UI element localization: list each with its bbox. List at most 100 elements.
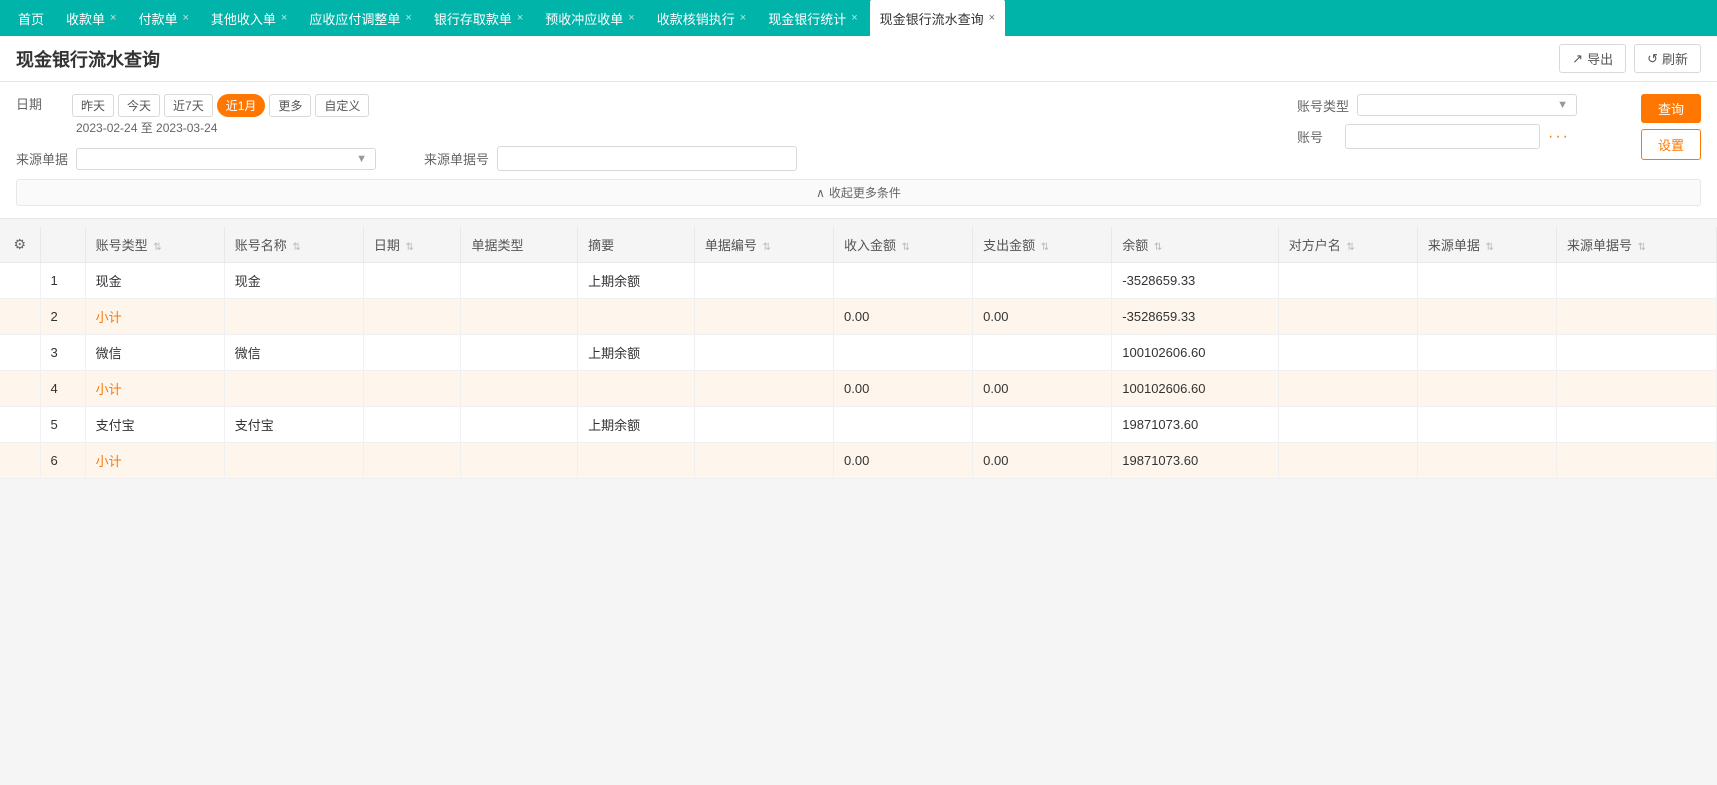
cell-summary [578, 299, 695, 335]
col-balance[interactable]: 余额 ⇅ [1112, 227, 1279, 263]
nav-payments-close[interactable]: × [182, 12, 188, 24]
source-doc-chevron-icon: ▼ [356, 153, 367, 165]
source-doc-select[interactable]: ▼ [76, 148, 376, 170]
cell-account-name [224, 443, 363, 479]
nav-prepay[interactable]: 预收冲应收单 × [535, 0, 644, 36]
col-account-type[interactable]: 账号类型 ⇅ [85, 227, 224, 263]
col-idx [40, 227, 85, 263]
cell-expense: 0.00 [973, 443, 1112, 479]
account-type-select[interactable]: ▼ [1357, 94, 1577, 116]
nav-cash-bank-stat[interactable]: 现金银行统计 × [758, 0, 867, 36]
cell-date [363, 371, 461, 407]
date-btn-today[interactable]: 今天 [118, 94, 160, 117]
cell-source-doc-no [1557, 299, 1717, 335]
nav-payments-label: 付款单 [138, 9, 177, 28]
table-row[interactable]: 1 现金 现金 上期余额 -3528659.33 [0, 263, 1717, 299]
export-button[interactable]: ↗ 导出 [1559, 44, 1626, 73]
refresh-icon: ↺ [1647, 51, 1658, 67]
nav-bank-deposit[interactable]: 银行存取款单 × [424, 0, 533, 36]
col-source-doc-no[interactable]: 来源单据号 ⇅ [1557, 227, 1717, 263]
nav-ar-ap-adjust-label: 应收应付调整单 [309, 9, 400, 28]
cell-balance: 100102606.60 [1112, 371, 1279, 407]
nav-collection-exec-close[interactable]: × [740, 12, 746, 24]
nav-payments[interactable]: 付款单 × [128, 0, 198, 36]
cell-account-type: 小计 [85, 371, 224, 407]
cell-source-doc [1417, 335, 1556, 371]
col-source-doc[interactable]: 来源单据 ⇅ [1417, 227, 1556, 263]
nav-cash-bank-stat-close[interactable]: × [851, 12, 857, 24]
nav-other-income[interactable]: 其他收入单 × [201, 0, 297, 36]
cell-doc-no [694, 263, 833, 299]
col-account-name[interactable]: 账号名称 ⇅ [224, 227, 363, 263]
collapse-up-icon: ∧ [816, 186, 825, 200]
account-no-input[interactable] [1345, 124, 1540, 149]
cell-summary: 上期余额 [578, 263, 695, 299]
nav-bank-deposit-close[interactable]: × [517, 12, 523, 24]
nav-prepay-label: 预收冲应收单 [545, 9, 623, 28]
nav-cash-bank-flow[interactable]: 现金银行流水查询 × [870, 0, 1005, 36]
cell-settings [0, 335, 40, 371]
nav-prepay-close[interactable]: × [628, 12, 634, 24]
nav-cash-bank-flow-close[interactable]: × [989, 12, 995, 24]
date-btn-more[interactable]: 更多 [269, 94, 311, 117]
query-button[interactable]: 查询 [1641, 94, 1701, 123]
cell-balance: -3528659.33 [1112, 263, 1279, 299]
col-doc-no[interactable]: 单据编号 ⇅ [694, 227, 833, 263]
collapse-button[interactable]: ∧ 收起更多条件 [16, 179, 1701, 206]
cell-doc-type [461, 299, 578, 335]
date-btn-yesterday[interactable]: 昨天 [72, 94, 114, 117]
date-btn-custom[interactable]: 自定义 [315, 94, 369, 117]
cell-income [834, 407, 973, 443]
nav-ar-ap-adjust[interactable]: 应收应付调整单 × [299, 0, 421, 36]
settings-button[interactable]: 设置 [1641, 129, 1701, 160]
table-wrapper: ⚙ 账号类型 ⇅ 账号名称 ⇅ 日期 ⇅ 单据类型 摘要 单据编号 ⇅ 收入金额… [0, 227, 1717, 479]
account-no-label: 账号 [1297, 127, 1337, 146]
cell-source-doc [1417, 371, 1556, 407]
account-no-more-btn[interactable]: ··· [1548, 128, 1570, 146]
table-row[interactable]: 5 支付宝 支付宝 上期余额 19871073.60 [0, 407, 1717, 443]
nav-other-income-close[interactable]: × [281, 12, 287, 24]
cell-source-doc [1417, 299, 1556, 335]
cell-date [363, 443, 461, 479]
collapse-label: 收起更多条件 [829, 184, 901, 201]
col-settings[interactable]: ⚙ [0, 227, 40, 263]
cell-idx: 5 [40, 407, 85, 443]
col-date[interactable]: 日期 ⇅ [363, 227, 461, 263]
date-range-display: 2023-02-24 至 2023-03-24 [76, 119, 369, 136]
nav-home[interactable]: 首页 [8, 0, 54, 36]
cell-doc-type [461, 335, 578, 371]
date-btn-1month[interactable]: 近1月 [217, 94, 266, 117]
cell-income [834, 263, 973, 299]
source-doc-no-input[interactable] [497, 146, 797, 171]
nav-collection-exec[interactable]: 收款核销执行 × [647, 0, 756, 36]
date-filter-label: 日期 [16, 94, 56, 113]
table-row[interactable]: 4 小计 0.00 0.00 100102606.60 [0, 371, 1717, 407]
table-row[interactable]: 2 小计 0.00 0.00 -3528659.33 [0, 299, 1717, 335]
table-row[interactable]: 6 小计 0.00 0.00 19871073.60 [0, 443, 1717, 479]
nav-ar-ap-adjust-close[interactable]: × [405, 12, 411, 24]
cell-balance: 19871073.60 [1112, 443, 1279, 479]
col-counterpart[interactable]: 对方户名 ⇅ [1278, 227, 1417, 263]
cell-income: 0.00 [834, 443, 973, 479]
table-row[interactable]: 3 微信 微信 上期余额 100102606.60 [0, 335, 1717, 371]
export-label: 导出 [1587, 49, 1613, 68]
cell-expense: 0.00 [973, 299, 1112, 335]
date-btn-7days[interactable]: 近7天 [164, 94, 213, 117]
cell-income: 0.00 [834, 299, 973, 335]
top-nav: 首页 收款单 × 付款单 × 其他收入单 × 应收应付调整单 × 银行存取款单 … [0, 0, 1717, 36]
cell-counterpart [1278, 299, 1417, 335]
cell-idx: 2 [40, 299, 85, 335]
cell-source-doc [1417, 443, 1556, 479]
nav-receipts-label: 收款单 [66, 9, 105, 28]
cell-doc-type [461, 443, 578, 479]
account-type-chevron-icon: ▼ [1557, 99, 1568, 111]
nav-receipts-close[interactable]: × [110, 12, 116, 24]
refresh-button[interactable]: ↺ 刷新 [1634, 44, 1701, 73]
cell-expense [973, 407, 1112, 443]
export-icon: ↗ [1572, 51, 1583, 67]
col-income[interactable]: 收入金额 ⇅ [834, 227, 973, 263]
cell-counterpart [1278, 263, 1417, 299]
table-settings-icon[interactable]: ⚙ [13, 236, 26, 252]
col-expense[interactable]: 支出金额 ⇅ [973, 227, 1112, 263]
nav-receipts[interactable]: 收款单 × [56, 0, 126, 36]
